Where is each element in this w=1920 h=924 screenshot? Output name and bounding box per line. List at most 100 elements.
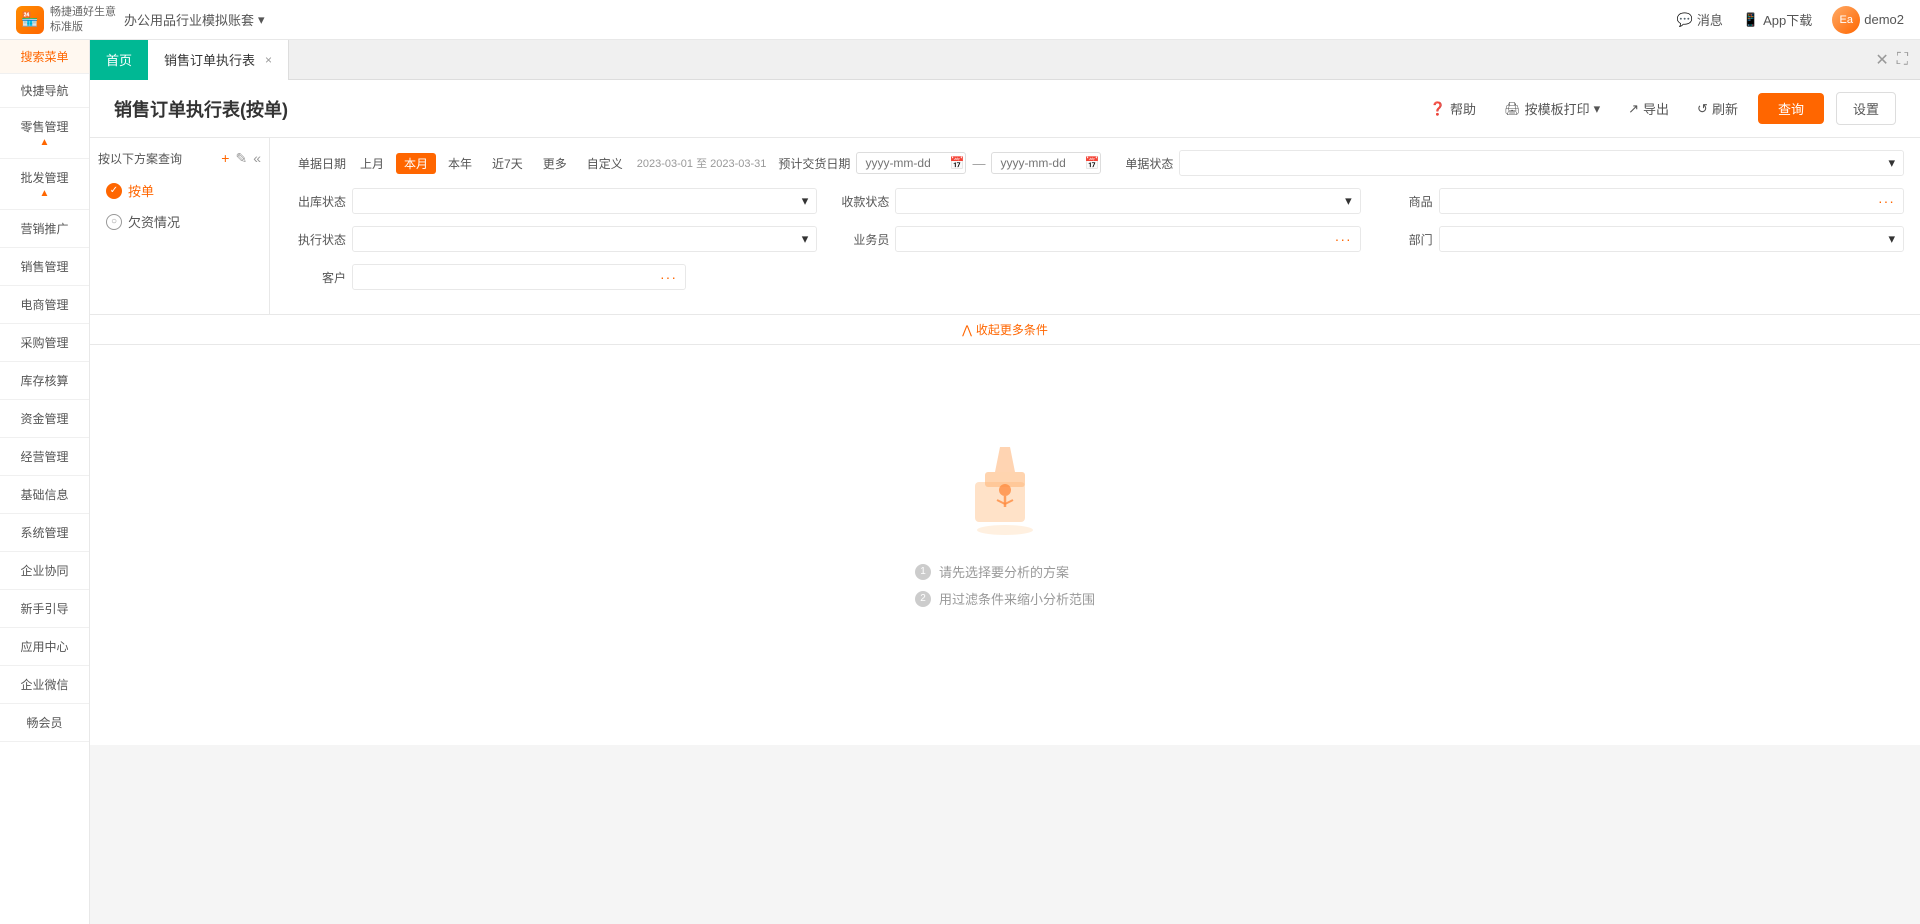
- logo-text: 畅捷通好生意 标准版: [50, 5, 116, 34]
- retail-label: 零售管理: [20, 118, 68, 135]
- tab-bar-right: ✕ ⛶: [1875, 50, 1920, 70]
- doc-status-select[interactable]: ▾: [1179, 150, 1904, 176]
- top-bar: 🏪 畅捷通好生意 标准版 办公用品行业模拟账套 ▾ 💬 消息 📱 App下载 E…: [0, 0, 1920, 40]
- receipt-status-arrow: ▾: [1345, 193, 1352, 209]
- sidebar-item-ecom[interactable]: 电商管理: [0, 286, 89, 324]
- exec-status-select[interactable]: ▾: [352, 226, 817, 252]
- sidebar-item-retail[interactable]: 零售管理 ▲: [0, 108, 89, 159]
- filter-group-dept: 部门 ▾: [1373, 226, 1904, 252]
- date-separator: —: [972, 156, 985, 171]
- scheme-item-andan[interactable]: ✓ 按单: [98, 175, 261, 206]
- sidebar-item-enterprise[interactable]: 企业协同: [0, 552, 89, 590]
- app-download-action[interactable]: 📱 App下载: [1743, 10, 1812, 29]
- receipt-status-label: 收款状态: [829, 193, 889, 210]
- logo-area: 🏪 畅捷通好生意 标准版: [16, 5, 116, 34]
- tab-active[interactable]: 销售订单执行表 ×: [148, 40, 289, 80]
- refresh-btn[interactable]: ↺ 刷新: [1689, 95, 1746, 122]
- tab-home[interactable]: 首页: [90, 40, 148, 80]
- print-template-btn[interactable]: 🖨 按模板打印 ▾: [1496, 95, 1608, 122]
- salesperson-input[interactable]: ···: [895, 226, 1360, 252]
- scheme-item-qiankuan[interactable]: ○ 欠资情况: [98, 206, 261, 237]
- ship-status-arrow: ▾: [802, 193, 809, 209]
- customer-dots-btn[interactable]: ···: [660, 269, 677, 285]
- delivery-end-input[interactable]: [1000, 156, 1080, 170]
- goods-dots-btn[interactable]: ···: [1878, 193, 1895, 209]
- settings-btn[interactable]: 设置: [1836, 92, 1896, 125]
- page-content: 销售订单执行表(按单) ❓ 帮助 🖨 按模板打印 ▾ ↗ 导出: [90, 80, 1920, 924]
- sidebar-item-operation[interactable]: 经营管理: [0, 438, 89, 476]
- collapse-bar[interactable]: ⋀ 收起更多条件: [90, 315, 1920, 345]
- date-btn-this-year[interactable]: 本年: [440, 153, 480, 174]
- dept-select[interactable]: ▾: [1439, 226, 1904, 252]
- system-selector[interactable]: 办公用品行业模拟账套 ▾: [124, 10, 265, 29]
- message-icon: 💬: [1677, 12, 1693, 28]
- help-icon: ❓: [1430, 101, 1446, 117]
- sidebar-item-wechat[interactable]: 企业微信: [0, 666, 89, 704]
- delivery-date-start[interactable]: 📅: [856, 152, 966, 174]
- sidebar-item-inventory[interactable]: 库存核算: [0, 362, 89, 400]
- sidebar-item-system[interactable]: 系统管理: [0, 514, 89, 552]
- tip-num-2: 2: [915, 591, 931, 607]
- ship-status-label: 出库状态: [286, 193, 346, 210]
- finance-label: 资金管理: [20, 410, 68, 427]
- customer-input[interactable]: ···: [352, 264, 686, 290]
- date-btn-more[interactable]: 更多: [535, 153, 575, 174]
- sidebar-item-member[interactable]: 畅会员: [0, 704, 89, 742]
- goods-input[interactable]: ···: [1439, 188, 1904, 214]
- scheme-dot-andan: ✓: [106, 183, 122, 199]
- sidebar-item-finance[interactable]: 资金管理: [0, 400, 89, 438]
- filter-row-4: 客户 ···: [286, 264, 1904, 290]
- sidebar-quick-nav[interactable]: 快捷导航: [0, 74, 89, 108]
- delivery-date-end[interactable]: 📅: [991, 152, 1101, 174]
- filter-group-exec: 执行状态 ▾: [286, 226, 817, 252]
- basic-label: 基础信息: [20, 486, 68, 503]
- delivery-label: 预计交货日期: [778, 155, 850, 172]
- exec-status-arrow: ▾: [802, 231, 809, 247]
- filter-group-customer: 客户 ···: [286, 264, 686, 290]
- dept-arrow: ▾: [1888, 231, 1895, 247]
- date-btn-custom[interactable]: 自定义: [579, 153, 631, 174]
- help-btn[interactable]: ❓ 帮助: [1422, 95, 1484, 122]
- date-btn-last-month[interactable]: 上月: [352, 153, 392, 174]
- sidebar-item-newbie[interactable]: 新手引导: [0, 590, 89, 628]
- content-area: 首页 销售订单执行表 × ✕ ⛶ 销售订单执行表(按单) ❓ 帮助: [90, 40, 1920, 924]
- sidebar-item-wholesale[interactable]: 批发管理 ▲: [0, 159, 89, 210]
- edit-scheme-btn[interactable]: ✎: [235, 150, 247, 167]
- refresh-icon: ↺: [1697, 101, 1708, 117]
- salesperson-dots-btn[interactable]: ···: [1335, 231, 1352, 247]
- ecom-label: 电商管理: [20, 296, 68, 313]
- sidebar-item-purchase[interactable]: 采购管理: [0, 324, 89, 362]
- appstore-label: 应用中心: [20, 638, 68, 655]
- logo-icon: 🏪: [16, 6, 44, 34]
- query-btn[interactable]: 查询: [1758, 93, 1824, 124]
- page-header: 销售订单执行表(按单) ❓ 帮助 🖨 按模板打印 ▾ ↗ 导出: [90, 80, 1920, 138]
- tab-close-btn[interactable]: ×: [265, 53, 272, 67]
- tab-close-window-btn[interactable]: ✕: [1875, 50, 1888, 70]
- date-btn-this-month[interactable]: 本月: [396, 153, 436, 174]
- filter-group-ship: 出库状态 ▾: [286, 188, 817, 214]
- tab-maximize-btn[interactable]: ⛶: [1897, 51, 1908, 69]
- export-btn[interactable]: ↗ 导出: [1620, 95, 1677, 122]
- sidebar-item-marketing[interactable]: 营销推广: [0, 210, 89, 248]
- collapse-scheme-btn[interactable]: «: [253, 150, 261, 167]
- empty-tips: 1 请先选择要分析的方案 2 用过滤条件来缩小分析范围: [915, 562, 1095, 608]
- sidebar-item-appstore[interactable]: 应用中心: [0, 628, 89, 666]
- doc-status-arrow: ▾: [1888, 155, 1895, 171]
- main-layout: 搜索菜单 快捷导航 零售管理 ▲ 批发管理 ▲ 营销推广 销售管理 电商管理 采…: [0, 40, 1920, 924]
- filter-sidebar-header: 按以下方案查询 + ✎ «: [98, 150, 261, 167]
- delivery-start-input[interactable]: [865, 156, 945, 170]
- sidebar-item-basic[interactable]: 基础信息: [0, 476, 89, 514]
- date-btn-7days[interactable]: 近7天: [484, 153, 531, 174]
- sidebar-item-sales[interactable]: 销售管理: [0, 248, 89, 286]
- filter-panel: 按以下方案查询 + ✎ « ✓ 按单 ○ 欠资情况: [90, 138, 1920, 315]
- receipt-status-select[interactable]: ▾: [895, 188, 1360, 214]
- message-action[interactable]: 💬 消息: [1677, 10, 1723, 29]
- date-btn-group: 上月 本月 本年 近7天 更多 自定义: [352, 153, 631, 174]
- sidebar-search[interactable]: 搜索菜单: [0, 40, 89, 74]
- add-scheme-btn[interactable]: +: [221, 150, 229, 167]
- ship-status-select[interactable]: ▾: [352, 188, 817, 214]
- print-arrow-icon: ▾: [1594, 101, 1601, 117]
- user-profile[interactable]: Ea demo2: [1832, 6, 1904, 34]
- empty-illustration: [955, 442, 1055, 542]
- purchase-label: 采购管理: [20, 334, 68, 351]
